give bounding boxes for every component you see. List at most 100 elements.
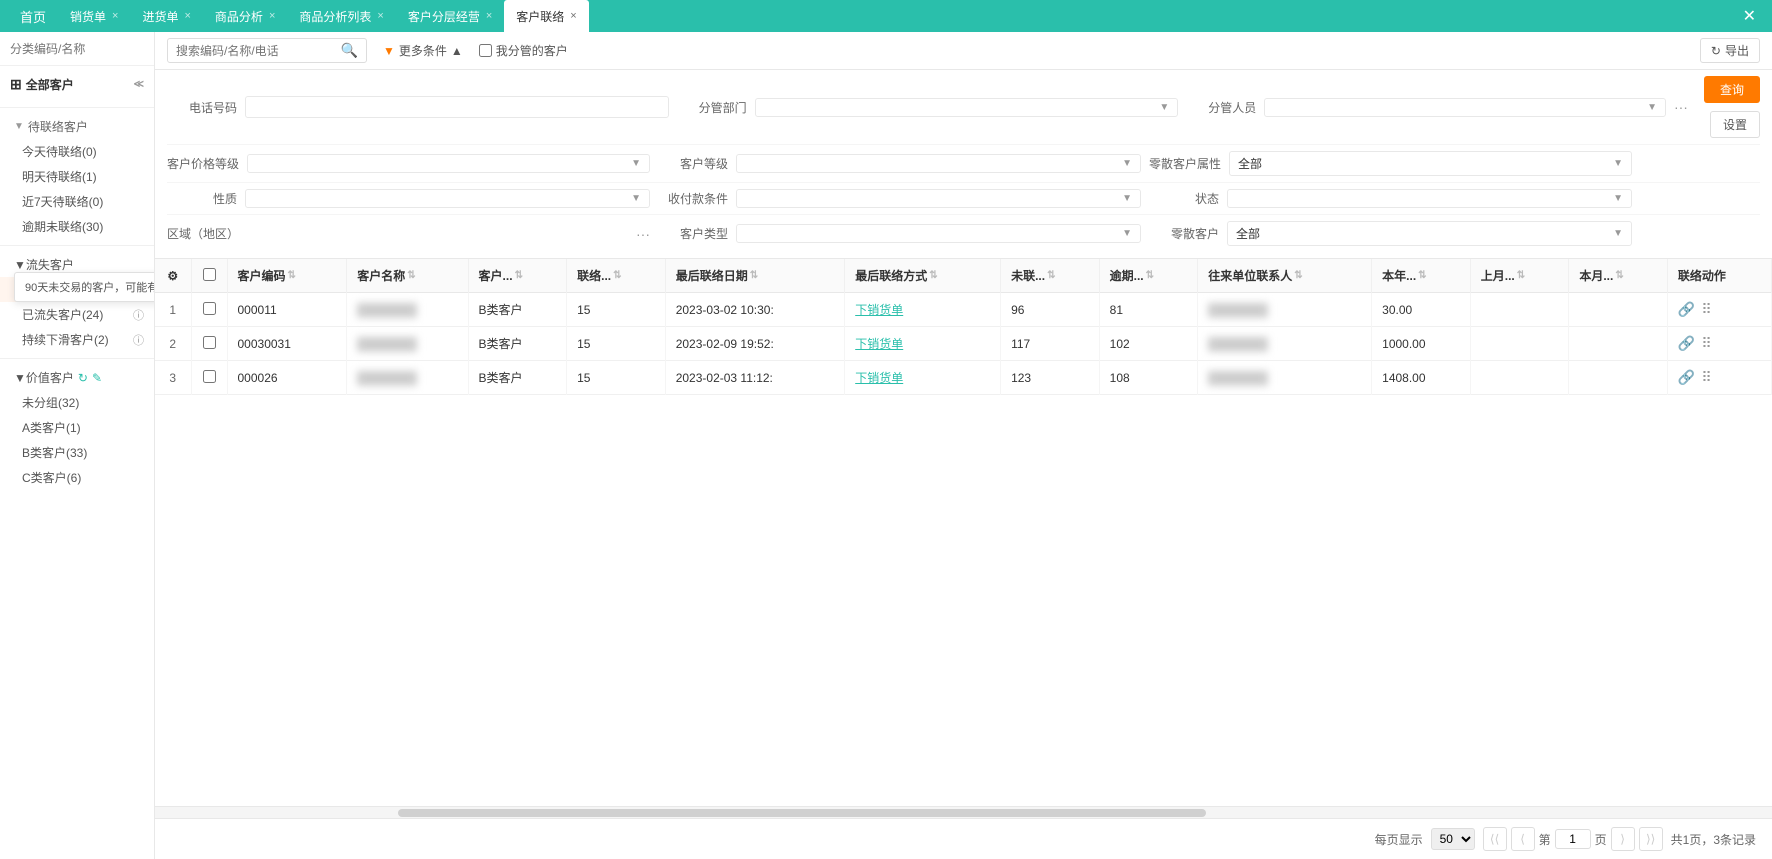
window-close-button[interactable]: ✕: [1735, 6, 1764, 26]
search-input[interactable]: [176, 44, 337, 58]
adv-select-dept[interactable]: ▼: [755, 98, 1179, 117]
page-input[interactable]: [1555, 829, 1591, 849]
value-edit-icon[interactable]: ✎: [92, 371, 102, 385]
adv-select-nature[interactable]: ▼: [245, 189, 650, 208]
tab-customer-layer[interactable]: 客户分层经营 ×: [396, 0, 504, 32]
row1-action-link-icon[interactable]: 🔗: [1678, 301, 1695, 318]
row3-action-link-icon[interactable]: 🔗: [1678, 369, 1695, 386]
row2-action-link-icon[interactable]: 🔗: [1678, 335, 1695, 352]
adv-input-phone[interactable]: [245, 96, 669, 118]
col-header-this-month[interactable]: 本月... ⇅: [1569, 259, 1668, 293]
col-settings[interactable]: ⚙: [155, 259, 191, 293]
row3-checkbox[interactable]: [203, 370, 216, 383]
settings-button[interactable]: 设置: [1710, 111, 1760, 138]
sidebar-item-unsorted[interactable]: 未分组(32): [0, 390, 154, 415]
tab-analysis-list[interactable]: 商品分析列表 ×: [287, 0, 395, 32]
adv-select-payment[interactable]: ▼: [736, 189, 1141, 208]
row2-check[interactable]: [191, 327, 227, 361]
col-header-name[interactable]: 客户名称 ⇅: [347, 259, 468, 293]
row1-checkbox[interactable]: [203, 302, 216, 315]
row1-action-more-icon[interactable]: ⠿: [1701, 301, 1711, 318]
sidebar-item-tomorrow[interactable]: 明天待联络(1): [0, 164, 154, 189]
adv-select-customer-level[interactable]: ▼: [736, 154, 1141, 173]
col-check[interactable]: [191, 259, 227, 293]
col-header-last-month[interactable]: 上月... ⇅: [1470, 259, 1569, 293]
sidebar-item-typeB[interactable]: B类客户(33): [0, 440, 154, 465]
adv-select-scatter[interactable]: 全部 ▼: [1227, 221, 1632, 246]
more-conditions-button[interactable]: ▼ 更多条件 ▲: [375, 39, 471, 62]
col-header-overdue[interactable]: 逾期... ⇅: [1099, 259, 1198, 293]
table-horizontal-scrollbar[interactable]: [155, 806, 1772, 818]
col-last-method-label: 最后联络方式: [855, 267, 927, 284]
col-header-last-date[interactable]: 最后联络日期 ⇅: [665, 259, 845, 293]
next-page-button[interactable]: ⟩: [1611, 827, 1635, 851]
row1-check[interactable]: [191, 293, 227, 327]
tab-analysis-list-close[interactable]: ×: [377, 10, 383, 22]
row2-method-link[interactable]: 下销货单: [855, 337, 903, 351]
more-conditions-arrow-icon: ▲: [451, 44, 463, 58]
col-header-code[interactable]: 客户编码 ⇅: [227, 259, 347, 293]
col-header-uncontact[interactable]: 未联... ⇅: [1001, 259, 1100, 293]
tab-sales-close[interactable]: ×: [112, 10, 118, 22]
value-refresh-icon[interactable]: ↻: [78, 371, 88, 385]
search-box: 🔍: [167, 38, 367, 63]
adv-more-person-icon[interactable]: ···: [1674, 99, 1688, 115]
row2-last-method[interactable]: 下销货单: [845, 327, 1001, 361]
last-page-button[interactable]: ⟩⟩: [1639, 827, 1663, 851]
row1-last-method[interactable]: 下销货单: [845, 293, 1001, 327]
sidebar-group-pending-title[interactable]: ▼ 待联络客户: [0, 114, 154, 139]
table-settings-icon[interactable]: ⚙: [167, 269, 178, 283]
tab-purchase[interactable]: 进货单 ×: [130, 0, 202, 32]
prev-page-button[interactable]: ⟨: [1511, 827, 1535, 851]
query-button[interactable]: 查询: [1704, 76, 1760, 103]
tab-customer-layer-close[interactable]: ×: [486, 10, 492, 22]
sidebar-search-input[interactable]: [10, 42, 155, 56]
row1-method-link[interactable]: 下销货单: [855, 303, 903, 317]
table-scroll-thumb[interactable]: [398, 809, 1207, 817]
all-customers-title[interactable]: ⊞ 全部客户 ≪: [0, 72, 154, 97]
adv-field-scatter: 零散客户 全部 ▼: [1149, 221, 1632, 246]
col-header-last-method[interactable]: 最后联络方式 ⇅: [845, 259, 1001, 293]
adv-more-region-icon[interactable]: ···: [636, 226, 650, 242]
row3-method-link[interactable]: 下销货单: [855, 371, 903, 385]
row2-checkbox[interactable]: [203, 336, 216, 349]
my-customers-checkbox[interactable]: [479, 44, 492, 57]
adv-select-person[interactable]: ▼: [1264, 98, 1666, 117]
sidebar-item-typeC[interactable]: C类客户(6): [0, 465, 154, 490]
tab-purchase-close[interactable]: ×: [184, 10, 190, 22]
col-header-unit-contact[interactable]: 往来单位联系人 ⇅: [1198, 259, 1372, 293]
adv-select-customer-type[interactable]: ▼: [736, 224, 1141, 243]
select-all-checkbox[interactable]: [203, 268, 216, 281]
tab-customer-link[interactable]: 客户联络 ×: [504, 0, 588, 32]
row3-check[interactable]: [191, 361, 227, 395]
tab-analysis[interactable]: 商品分析 ×: [203, 0, 287, 32]
first-page-button[interactable]: ⟨⟨: [1483, 827, 1507, 851]
sidebar-item-today[interactable]: 今天待联络(0): [0, 139, 154, 164]
adv-select-price-level[interactable]: ▼: [247, 154, 650, 173]
col-header-contact[interactable]: 联络... ⇅: [567, 259, 666, 293]
sidebar-item-week[interactable]: 近7天待联络(0): [0, 189, 154, 214]
per-page-select[interactable]: 50: [1431, 828, 1475, 850]
sidebar-collapse-icon[interactable]: ≪: [134, 79, 144, 90]
adv-select-scatter-attr[interactable]: 全部 ▼: [1229, 151, 1632, 176]
tab-purchase-label: 进货单: [142, 8, 178, 25]
my-customers-checkbox-label[interactable]: 我分管的客户: [479, 42, 568, 59]
sidebar-group-value-title[interactable]: ▼ 价值客户 ↻ ✎: [0, 365, 154, 390]
row3-last-method[interactable]: 下销货单: [845, 361, 1001, 395]
row3-overdue: 108: [1099, 361, 1198, 395]
search-icon[interactable]: 🔍: [341, 42, 358, 59]
adv-select-status[interactable]: ▼: [1227, 189, 1632, 208]
sidebar-item-churn-actual[interactable]: 已流失客户(24) ⓘ: [0, 302, 154, 327]
row2-action-more-icon[interactable]: ⠿: [1701, 335, 1711, 352]
export-button[interactable]: ↻ 导出: [1700, 38, 1760, 63]
sidebar-item-overdue[interactable]: 逾期未联络(30): [0, 214, 154, 239]
tab-customer-link-close[interactable]: ×: [570, 10, 576, 22]
sidebar-item-typeA[interactable]: A类客户(1): [0, 415, 154, 440]
col-header-this-year[interactable]: 本年... ⇅: [1372, 259, 1471, 293]
row3-action-more-icon[interactable]: ⠿: [1701, 369, 1711, 386]
sidebar-item-churn-recover[interactable]: 持续下滑客户(2) ⓘ: [0, 327, 154, 352]
col-header-type[interactable]: 客户... ⇅: [468, 259, 567, 293]
tab-sales[interactable]: 销货单 ×: [58, 0, 130, 32]
tab-analysis-close[interactable]: ×: [269, 10, 275, 22]
tab-home[interactable]: 首页: [8, 0, 58, 32]
